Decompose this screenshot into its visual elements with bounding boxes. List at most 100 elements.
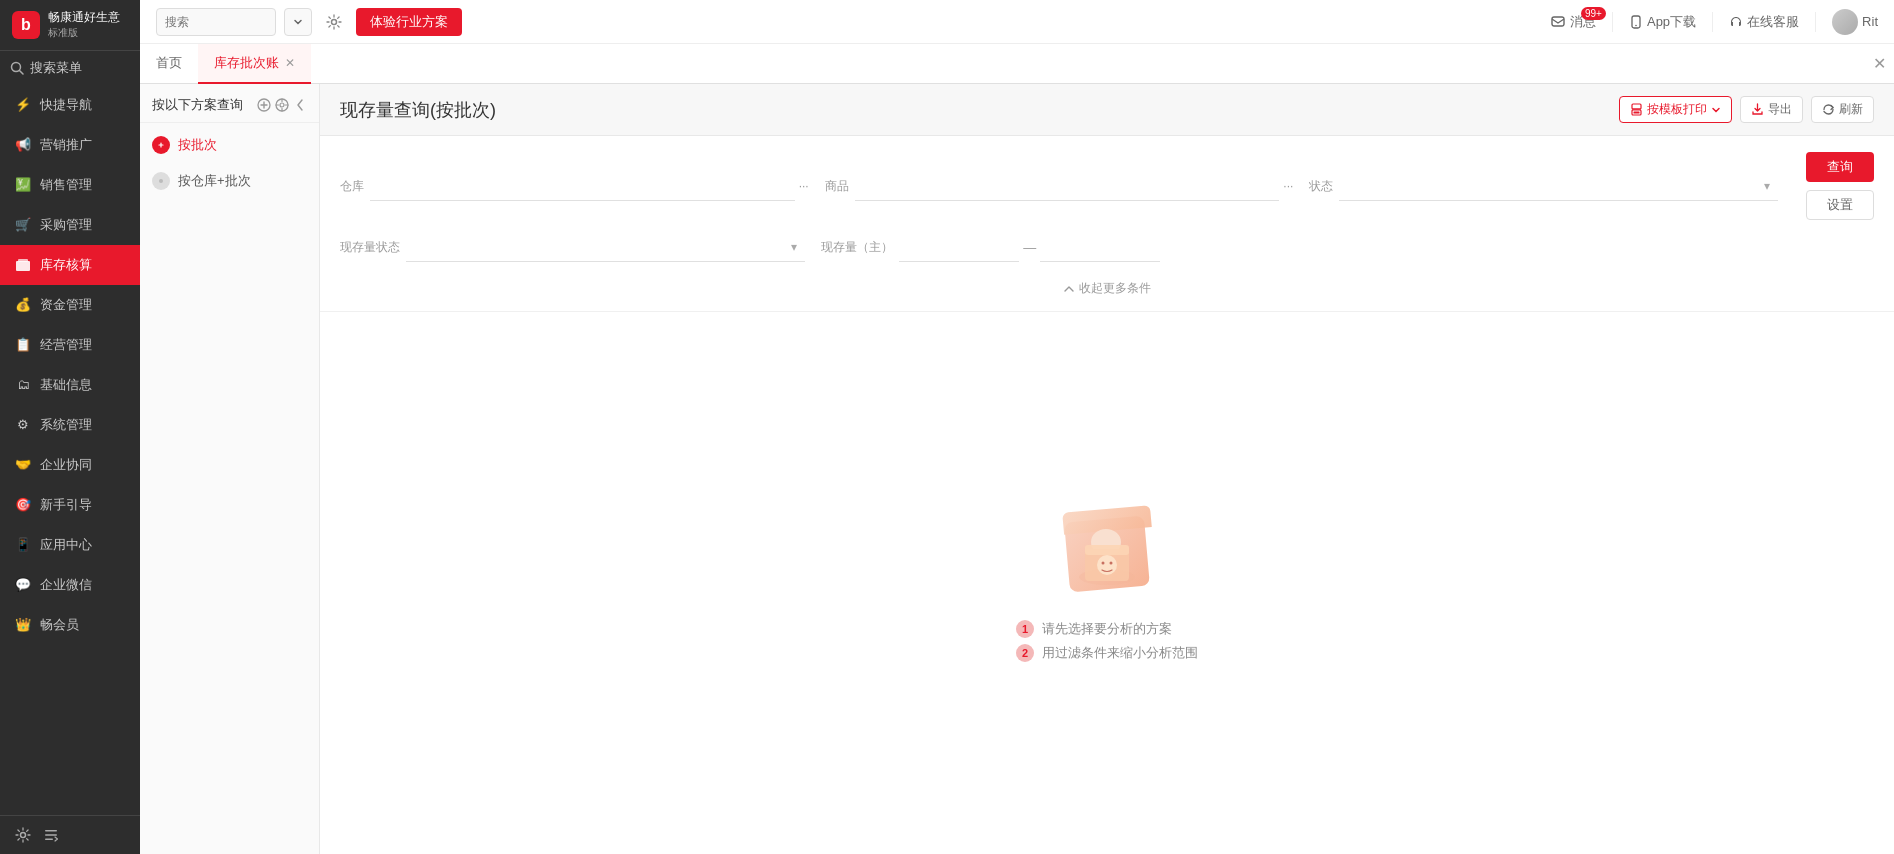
- app-name-block: 畅康通好生意 标准版: [48, 10, 120, 40]
- stock-status-select[interactable]: [406, 232, 805, 262]
- left-panel: 按以下方案查询: [140, 84, 320, 854]
- service-label: 在线客服: [1747, 13, 1799, 31]
- corp-icon: 🤝: [14, 456, 32, 474]
- manage-scheme-button[interactable]: [275, 98, 289, 112]
- basic-icon: 🗂: [14, 376, 32, 394]
- online-service-button[interactable]: 在线客服: [1729, 13, 1799, 31]
- svg-point-11: [1635, 24, 1637, 26]
- sidebar-item-sales[interactable]: 💹 销售管理: [0, 165, 140, 205]
- sidebar-label-wechat: 企业微信: [40, 576, 92, 594]
- stock-qty-max-input[interactable]: [1040, 232, 1160, 262]
- sidebar-item-wechat[interactable]: 💬 企业微信: [0, 565, 140, 605]
- scheme-item-by-batch[interactable]: 按批次: [140, 127, 319, 163]
- message-button[interactable]: 消息 99+: [1550, 13, 1596, 31]
- svg-point-23: [159, 179, 163, 183]
- refresh-icon: [1822, 103, 1835, 116]
- sidebar-item-apps[interactable]: 📱 应用中心: [0, 525, 140, 565]
- sidebar-footer: [0, 815, 140, 854]
- sidebar-item-purchase[interactable]: 🛒 采购管理: [0, 205, 140, 245]
- guide-icon: 🎯: [14, 496, 32, 514]
- marketing-icon: 📢: [14, 136, 32, 154]
- sidebar-item-inventory[interactable]: 库存核算: [0, 245, 140, 285]
- empty-illustration-detail: [1077, 539, 1137, 589]
- nav-dropdown-button[interactable]: [284, 8, 312, 36]
- svg-rect-26: [1634, 112, 1640, 114]
- svg-rect-6: [45, 834, 57, 836]
- filter-row-1: 仓库 ··· 商品 ··· 状态: [340, 152, 1874, 220]
- sidebar-item-shortcuts[interactable]: ⚡ 快捷导航: [0, 85, 140, 125]
- tip-text-2: 用过滤条件来缩小分析范围: [1042, 644, 1198, 662]
- warehouse-input[interactable]: [370, 171, 795, 201]
- collapse-panel-icon[interactable]: [293, 98, 307, 112]
- sidebar-item-member[interactable]: 👑 畅会员: [0, 605, 140, 645]
- filter-settings-button[interactable]: 设置: [1806, 190, 1874, 220]
- sidebar-label-member: 畅会员: [40, 616, 79, 634]
- query-button[interactable]: 查询: [1806, 152, 1874, 182]
- sidebar-item-basic[interactable]: 🗂 基础信息: [0, 365, 140, 405]
- member-icon: 👑: [14, 616, 32, 634]
- settings-icon[interactable]: [14, 826, 32, 844]
- sidebar-label-system: 系统管理: [40, 416, 92, 434]
- scheme-dot-red: [152, 136, 170, 154]
- svg-point-32: [1110, 562, 1113, 565]
- sidebar-search[interactable]: 搜索菜单: [0, 51, 140, 85]
- sidebar-item-corp[interactable]: 🤝 企业协同: [0, 445, 140, 485]
- user-profile-button[interactable]: Rit: [1832, 9, 1878, 35]
- stock-qty-field: 现存量（主） —: [821, 232, 1286, 262]
- export-button[interactable]: 导出: [1740, 96, 1803, 123]
- tab-close-icon[interactable]: ✕: [285, 56, 295, 70]
- status-select[interactable]: [1339, 171, 1778, 201]
- tab-bar-close-button[interactable]: ✕: [1873, 54, 1886, 73]
- title-actions: 按模板打印 导出: [1619, 96, 1874, 123]
- svg-point-4: [21, 833, 26, 838]
- header-gear-button[interactable]: [320, 8, 348, 36]
- sidebar-item-finance[interactable]: 💰 资金管理: [0, 285, 140, 325]
- finance-icon: 💰: [14, 296, 32, 314]
- message-icon: [1550, 14, 1566, 30]
- status-select-wrap: [1339, 171, 1778, 201]
- sidebar-label-basic: 基础信息: [40, 376, 92, 394]
- svg-line-1: [20, 70, 24, 74]
- stock-qty-dash: —: [1019, 240, 1040, 255]
- sidebar-item-operation[interactable]: 📋 经营管理: [0, 325, 140, 365]
- product-input[interactable]: [855, 171, 1280, 201]
- sidebar-nav: ⚡ 快捷导航 📢 营销推广 💹 销售管理 🛒 采购管理 库存核算 💰: [0, 85, 140, 815]
- stock-qty-min-input[interactable]: [899, 232, 1019, 262]
- scheme-item-by-warehouse-batch[interactable]: 按仓库+批次: [140, 163, 319, 199]
- svg-rect-5: [45, 830, 57, 832]
- left-panel-title: 按以下方案查询: [152, 96, 243, 114]
- refresh-button[interactable]: 刷新: [1811, 96, 1874, 123]
- gear-icon: [326, 14, 342, 30]
- svg-rect-2: [16, 261, 30, 271]
- svg-rect-29: [1085, 545, 1129, 555]
- empty-state: 1 请先选择要分析的方案 2 用过滤条件来缩小分析范围: [320, 312, 1894, 854]
- sidebar-item-marketing[interactable]: 📢 营销推广: [0, 125, 140, 165]
- collapse-sidebar-icon[interactable]: [42, 826, 60, 844]
- tab-inventory-batch[interactable]: 库存批次账 ✕: [198, 44, 311, 84]
- tab-home[interactable]: 首页: [140, 44, 198, 84]
- warehouse-label: 仓库: [340, 178, 364, 195]
- print-label: 按模板打印: [1647, 101, 1707, 118]
- warehouse-field: 仓库 ···: [340, 171, 809, 201]
- sidebar-item-guide[interactable]: 🎯 新手引导: [0, 485, 140, 525]
- sidebar-item-system[interactable]: ⚙ 系统管理: [0, 405, 140, 445]
- app-name: 畅康通好生意: [48, 10, 120, 26]
- app-download-label: App下载: [1647, 13, 1696, 31]
- print-button[interactable]: 按模板打印: [1619, 96, 1732, 123]
- warehouse-more-button[interactable]: ···: [799, 179, 809, 193]
- phone-icon: [1629, 15, 1643, 29]
- export-label: 导出: [1768, 101, 1792, 118]
- sidebar-label-guide: 新手引导: [40, 496, 92, 514]
- message-badge: 99+: [1581, 7, 1606, 20]
- experience-button[interactable]: 体验行业方案: [356, 8, 462, 36]
- status-field: 状态: [1309, 171, 1778, 201]
- add-scheme-button[interactable]: [257, 98, 271, 112]
- product-more-button[interactable]: ···: [1283, 179, 1293, 193]
- app-download-button[interactable]: App下载: [1629, 13, 1696, 31]
- collapse-conditions-button[interactable]: 收起更多条件: [340, 274, 1874, 303]
- right-content: 现存量查询(按批次) 按模板打印: [320, 84, 1894, 854]
- product-field: 商品 ···: [825, 171, 1294, 201]
- empty-illustration: [1047, 504, 1167, 604]
- print-dropdown-icon: [1711, 105, 1721, 115]
- nav-search-input[interactable]: [156, 8, 276, 36]
